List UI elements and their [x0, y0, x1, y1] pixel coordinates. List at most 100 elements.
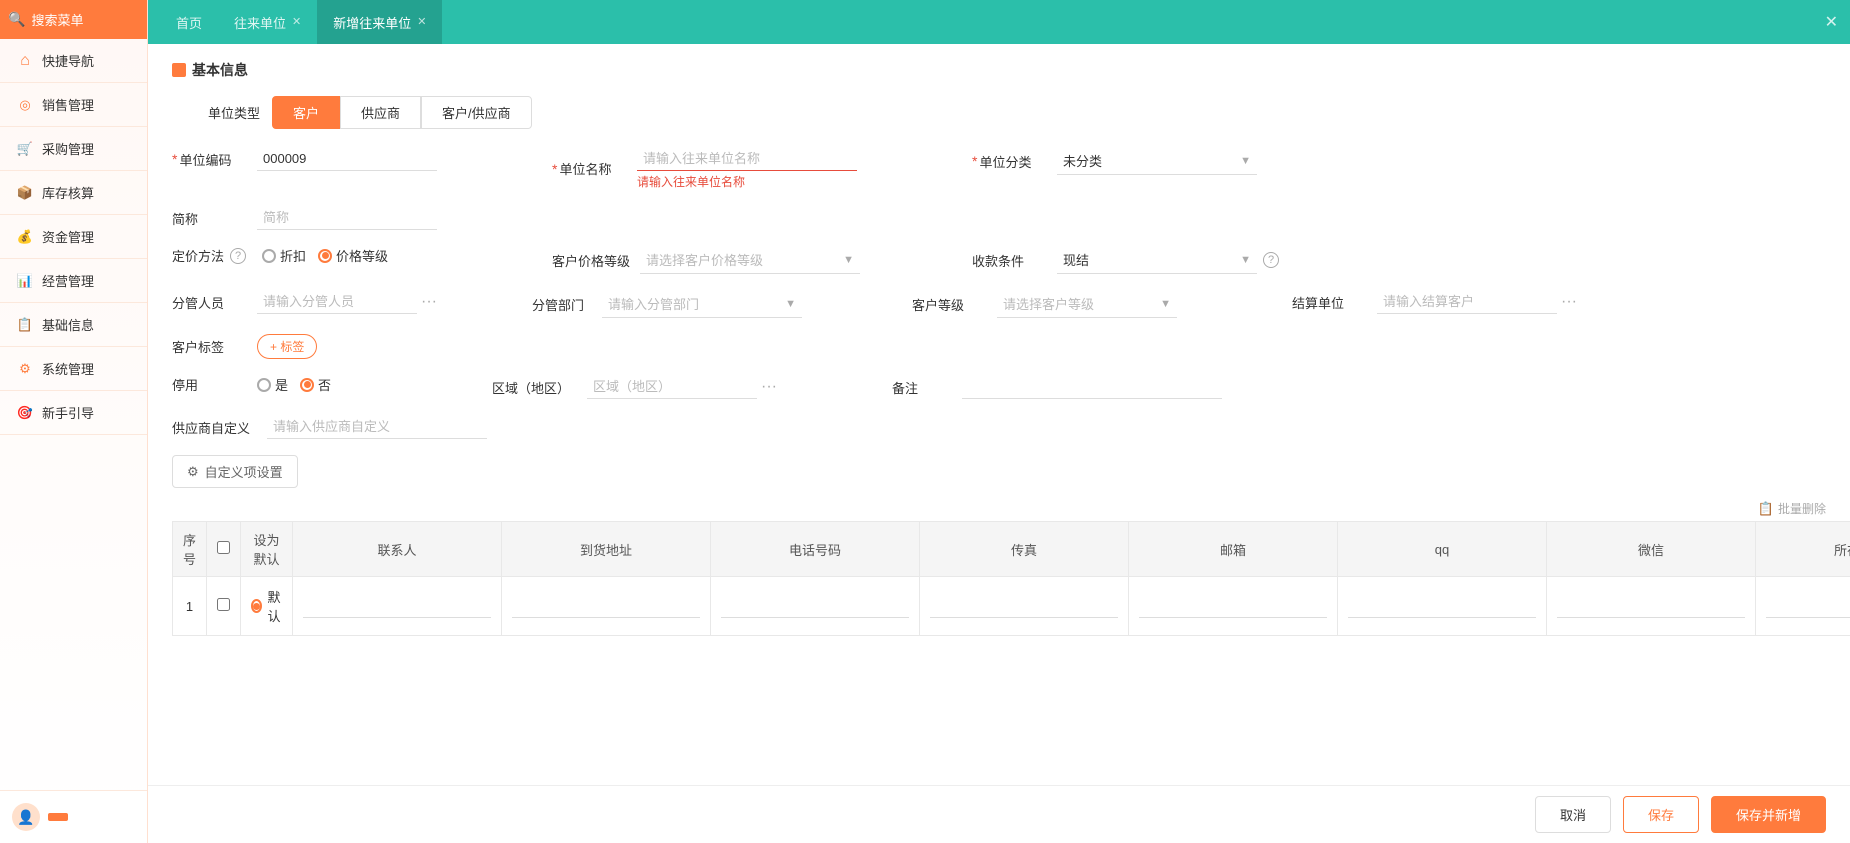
supplier-custom-input[interactable] [267, 415, 487, 439]
wechat-input[interactable] [1557, 594, 1745, 618]
sidebar-item-finance[interactable]: 💰 资金管理 [0, 215, 147, 259]
col-qq: qq [1338, 522, 1547, 577]
window-close-btn[interactable]: ✕ [1825, 12, 1838, 32]
tab-new-partner-close[interactable]: ✕ [417, 17, 426, 28]
system-icon: ⚙ [16, 360, 34, 378]
unit-category-select[interactable]: 未分类 ▼ [1057, 147, 1257, 175]
col-address: 到货地址 [502, 522, 711, 577]
pricing-discount-radio[interactable] [262, 249, 276, 263]
save-new-button[interactable]: 保存并新增 [1711, 796, 1826, 833]
tag-add-button[interactable]: + 标签 [257, 334, 317, 359]
sidebar-item-system[interactable]: ⚙ 系统管理 [0, 347, 147, 391]
pricing-discount-option[interactable]: 折扣 [262, 246, 306, 265]
customer-level-label: 客户等级 [912, 295, 997, 314]
disabled-yes-radio[interactable] [257, 378, 271, 392]
tab-home-label: 首页 [176, 13, 202, 32]
table-row: 1 默认 [173, 577, 1850, 636]
short-name-input[interactable] [257, 206, 437, 230]
form-row-supplier-custom: 供应商自定义 [172, 415, 1826, 439]
disabled-no-radio[interactable] [300, 378, 314, 392]
settlement-more-btn[interactable]: ··· [1557, 293, 1581, 311]
row-phone[interactable] [711, 577, 920, 636]
settlement-input[interactable] [1377, 290, 1557, 314]
payment-help-icon[interactable]: ? [1263, 252, 1279, 268]
pricing-level-option[interactable]: 价格等级 [318, 246, 388, 265]
row-region[interactable] [1756, 577, 1850, 636]
row-fax[interactable] [920, 577, 1129, 636]
guide-icon: 🎯 [16, 404, 34, 422]
form-row-3: 定价方法 ? 折扣 价格等级 客户价格等级 请选择客户 [172, 246, 1826, 274]
sidebar-item-purchase[interactable]: 🛒 采购管理 [0, 127, 147, 171]
unit-name-input[interactable] [637, 147, 857, 171]
tab-new-partner[interactable]: 新增往来单位 ✕ [317, 0, 442, 44]
disabled-no-option[interactable]: 否 [300, 375, 331, 394]
customer-level-select[interactable]: 请选择客户等级 ▼ [997, 290, 1177, 318]
cancel-button[interactable]: 取消 [1535, 796, 1611, 833]
sidebar-item-inventory[interactable]: 📦 库存核算 [0, 171, 147, 215]
customer-price-select[interactable]: 请选择客户价格等级 ▼ [640, 246, 860, 274]
operation-icon: 📊 [16, 272, 34, 290]
disabled-yes-option[interactable]: 是 [257, 375, 288, 394]
sidebar-item-operation[interactable]: 📊 经营管理 [0, 259, 147, 303]
batch-delete-label[interactable]: 批量删除 [1778, 500, 1826, 517]
fax-input[interactable] [930, 594, 1118, 618]
select-all-checkbox[interactable] [217, 541, 230, 554]
region-input[interactable] [587, 375, 757, 399]
col-email: 邮箱 [1129, 522, 1338, 577]
default-radio[interactable] [251, 599, 262, 613]
sidebar-expand-icon[interactable] [48, 813, 68, 821]
dept-select[interactable]: 请输入分管部门 ▼ [602, 290, 802, 318]
row-contact[interactable] [293, 577, 502, 636]
unit-type-supplier-btn[interactable]: 供应商 [340, 96, 421, 129]
basic-icon: 📋 [16, 316, 34, 334]
chevron-payment-icon: ▼ [1240, 254, 1251, 266]
settlement-field: 结算单位 ··· [1292, 290, 1672, 314]
qq-input[interactable] [1348, 594, 1536, 618]
save-button[interactable]: 保存 [1623, 796, 1699, 833]
region-more-btn[interactable]: ··· [757, 378, 781, 396]
unit-type-both-btn[interactable]: 客户/供应商 [421, 96, 532, 129]
row-qq[interactable] [1338, 577, 1547, 636]
manager-input[interactable] [257, 290, 417, 314]
col-default: 设为默认 [241, 522, 293, 577]
sidebar-item-basic[interactable]: 📋 基础信息 [0, 303, 147, 347]
phone-input[interactable] [721, 594, 909, 618]
pricing-help-icon[interactable]: ? [230, 248, 246, 264]
pricing-radio-group: 折扣 价格等级 [262, 246, 388, 265]
address-input[interactable] [512, 594, 700, 618]
row-checkbox[interactable] [217, 598, 230, 611]
required-star: * [172, 151, 177, 167]
manager-more-btn[interactable]: ··· [417, 293, 441, 311]
row-email[interactable] [1129, 577, 1338, 636]
sidebar-item-quick-nav[interactable]: ⌂ 快捷导航 [0, 39, 147, 83]
row-address[interactable] [502, 577, 711, 636]
contact-input[interactable] [303, 594, 491, 618]
sales-icon: ◎ [16, 96, 34, 114]
sidebar-item-label: 新手引导 [42, 403, 94, 422]
remarks-input[interactable] [962, 375, 1222, 399]
sidebar-item-label: 快捷导航 [42, 51, 94, 70]
tab-partner-label: 往来单位 [234, 13, 286, 32]
customer-price-placeholder: 请选择客户价格等级 [646, 250, 843, 269]
sidebar-item-guide[interactable]: 🎯 新手引导 [0, 391, 147, 435]
sidebar-item-sales[interactable]: ◎ 销售管理 [0, 83, 147, 127]
email-input[interactable] [1139, 594, 1327, 618]
unit-type-customer-btn[interactable]: 客户 [272, 96, 340, 129]
region-table-input[interactable] [1766, 594, 1850, 618]
pricing-level-radio[interactable] [318, 249, 332, 263]
row-seq: 1 [173, 577, 207, 636]
row-wechat[interactable] [1547, 577, 1756, 636]
payment-terms-select[interactable]: 现结 ▼ [1057, 246, 1257, 274]
tab-home[interactable]: 首页 [160, 0, 218, 44]
tab-partner-close[interactable]: ✕ [292, 17, 301, 28]
main-content: 首页 往来单位 ✕ 新增往来单位 ✕ ✕ 基本信息 单位类型 客户 供应商 客户… [148, 0, 1850, 843]
col-contact: 联系人 [293, 522, 502, 577]
sidebar-search[interactable]: 🔍 搜索菜单 [0, 0, 147, 39]
default-radio-item[interactable]: 默认 [251, 587, 282, 625]
required-star-2: * [552, 161, 557, 177]
unit-code-input[interactable] [257, 147, 437, 171]
tab-partner[interactable]: 往来单位 ✕ [218, 0, 317, 44]
custom-settings-button[interactable]: ⚙ 自定义项设置 [172, 455, 298, 488]
manager-field: 分管人员 ··· [172, 290, 512, 314]
customer-price-field: 客户价格等级 请选择客户价格等级 ▼ [552, 246, 952, 274]
